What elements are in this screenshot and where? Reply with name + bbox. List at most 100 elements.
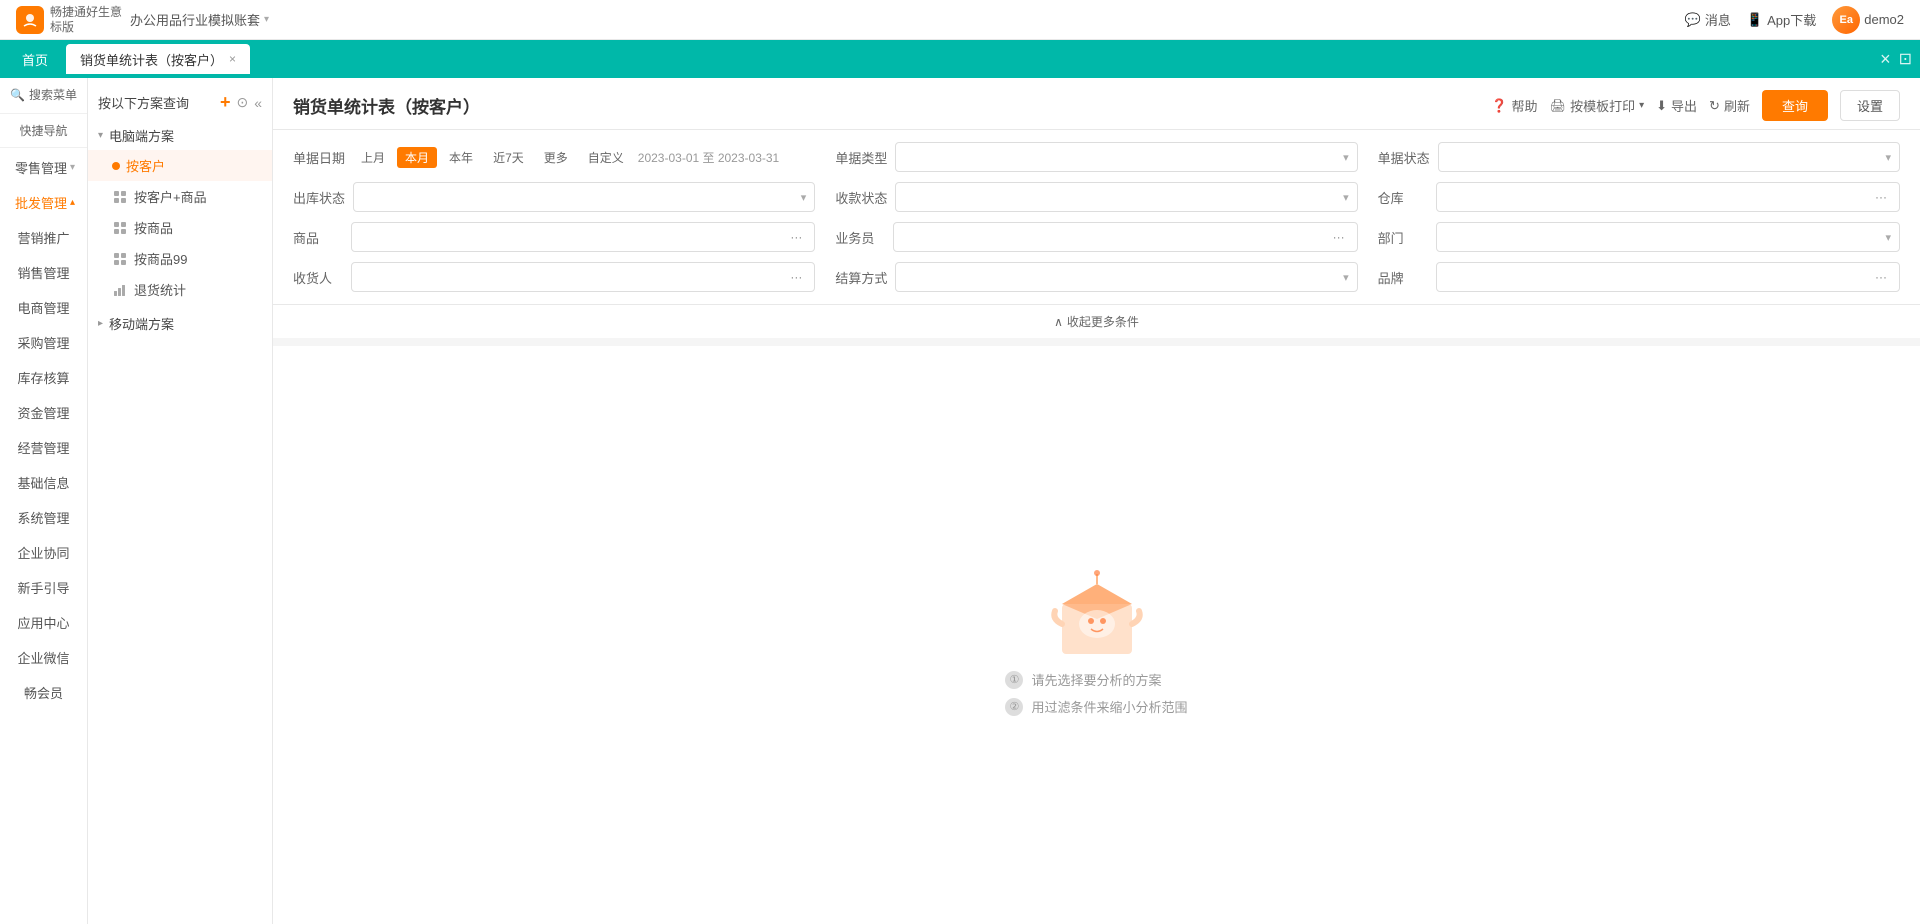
scheme-item-customer-goods[interactable]: 按客户+商品 — [88, 181, 272, 212]
brand-more-btn[interactable]: ··· — [1871, 270, 1891, 284]
scheme-item-return-stats[interactable]: 退货统计 — [88, 274, 272, 305]
system-title[interactable]: 办公用品行业模拟账套 — [130, 10, 269, 29]
sidebar-item-marketing[interactable]: 营销推广 — [0, 220, 87, 255]
sidebar: 🔍 搜索菜单 快捷导航 零售管理 批发管理 ▴ 营销推广 销售管理 电商管 — [0, 78, 88, 924]
sidebar-item-finance[interactable]: 资金管理 — [0, 395, 87, 430]
panel-title: 按以下方案查询 — [98, 93, 189, 112]
out-status-control[interactable] — [353, 182, 815, 212]
filter-group-date: 单据日期 上月 本月 本年 近7天 更多 自定义 2023-03-01 至 20… — [293, 147, 815, 168]
sidebar-item-newbie[interactable]: 新手引导 — [0, 570, 87, 605]
filter-group-brand: 品牌 ··· — [1378, 262, 1900, 292]
settings-button[interactable]: 设置 — [1840, 90, 1900, 121]
filter-group-salesperson: 业务员 ··· — [835, 222, 1357, 252]
collapse-more-btn[interactable]: ∧ 收起更多条件 — [273, 305, 1920, 338]
filter-group-out-status: 出库状态 — [293, 182, 815, 212]
scheme-item-by-goods[interactable]: 按商品 — [88, 212, 272, 243]
template-print-btn[interactable]: 🖨 按模板打印 — [1550, 96, 1645, 115]
tab-bar: 首页 销货单统计表（按客户） × × ⊡ — [0, 40, 1920, 78]
refresh-btn[interactable]: ↻ 刷新 — [1709, 96, 1750, 115]
receiver-control[interactable]: ··· — [351, 262, 815, 292]
date-tab-this-year[interactable]: 本年 — [441, 147, 481, 168]
date-tabs: 上月 本月 本年 近7天 更多 自定义 — [353, 147, 632, 168]
page-header: 销货单统计表（按客户） ❓ 帮助 🖨 按模板打印 ⬇ 导出 ↻ 刷新 — [273, 78, 1920, 130]
receiver-more-btn[interactable]: ··· — [786, 270, 806, 284]
user-menu[interactable]: Ea demo2 — [1832, 6, 1904, 34]
page-title: 销货单统计表（按客户） — [293, 93, 480, 118]
print-icon: 🖨 — [1550, 98, 1567, 114]
help-btn[interactable]: ❓ 帮助 — [1491, 96, 1537, 115]
sidebar-item-inventory[interactable]: 库存核算 — [0, 360, 87, 395]
sidebar-item-shortcut[interactable]: 快捷导航 — [0, 116, 87, 145]
empty-tip-1: ① 请先选择要分析的方案 — [1005, 670, 1187, 689]
tab-maximize-btn[interactable]: ⊡ — [1899, 49, 1912, 70]
sidebar-item-wechat[interactable]: 企业微信 — [0, 640, 87, 675]
empty-tip-2: ② 用过滤条件来缩小分析范围 — [1005, 697, 1187, 716]
tip-num-1: ① — [1005, 671, 1023, 689]
query-button[interactable]: 查询 — [1762, 90, 1828, 121]
logo-icon — [16, 6, 44, 34]
date-tab-7days[interactable]: 近7天 — [485, 147, 532, 168]
mobile-collapse-arrow: ▸ — [98, 318, 103, 329]
goods-control[interactable]: ··· — [351, 222, 815, 252]
filter-group-settlement: 结算方式 — [835, 262, 1357, 292]
tab-home[interactable]: 首页 — [8, 44, 62, 74]
salesperson-more-btn[interactable]: ··· — [1329, 230, 1349, 244]
scheme-item-by-customer[interactable]: 按客户 — [88, 150, 272, 181]
date-tab-custom[interactable]: 自定义 — [580, 147, 632, 168]
collection-status-control[interactable] — [895, 182, 1357, 212]
date-tab-last-month[interactable]: 上月 — [353, 147, 393, 168]
sidebar-search[interactable]: 🔍 搜索菜单 — [0, 78, 87, 111]
scheme-group-desktop-header[interactable]: ▾ 电脑端方案 — [88, 121, 272, 150]
collapse-icon: ∧ — [1054, 315, 1063, 329]
settlement-control[interactable] — [895, 262, 1357, 292]
tab-active[interactable]: 销货单统计表（按客户） × — [66, 44, 250, 74]
order-status-label: 单据状态 — [1378, 148, 1430, 167]
sidebar-item-retail[interactable]: 零售管理 — [0, 150, 87, 185]
collection-status-label: 收款状态 — [835, 188, 887, 207]
goods-more-btn[interactable]: ··· — [786, 230, 806, 244]
refresh-icon: ↻ — [1709, 98, 1720, 114]
logo-area: 畅捷通好生意 标版 — [16, 5, 122, 34]
date-range-value[interactable]: 2023-03-01 至 2023-03-31 — [638, 149, 779, 166]
app-download-icon: 📱 — [1747, 12, 1763, 28]
message-btn[interactable]: 💬 消息 — [1685, 10, 1731, 29]
out-status-label: 出库状态 — [293, 188, 345, 207]
sidebar-item-operations[interactable]: 经营管理 — [0, 430, 87, 465]
wholesale-arrow: ▴ — [70, 197, 75, 208]
export-btn[interactable]: ⬇ 导出 — [1656, 96, 1697, 115]
sidebar-item-wholesale[interactable]: 批发管理 ▴ — [0, 185, 87, 220]
scheme-icon-goods — [112, 220, 128, 236]
department-label: 部门 — [1378, 228, 1428, 247]
sidebar-item-basic[interactable]: 基础信息 — [0, 465, 87, 500]
panel-collapse-btn[interactable]: « — [254, 95, 262, 111]
scheme-item-by-goods99[interactable]: 按商品99 — [88, 243, 272, 274]
sidebar-item-appcenter[interactable]: 应用中心 — [0, 605, 87, 640]
system-title-chevron — [264, 14, 269, 25]
salesperson-control[interactable]: ··· — [893, 222, 1357, 252]
sidebar-item-sales[interactable]: 销售管理 — [0, 255, 87, 290]
warehouse-control[interactable]: ··· — [1436, 182, 1900, 212]
warehouse-more-btn[interactable]: ··· — [1871, 190, 1891, 204]
sidebar-item-system[interactable]: 系统管理 — [0, 500, 87, 535]
panel-add-btn[interactable]: + — [220, 92, 231, 113]
content-area: 销货单统计表（按客户） ❓ 帮助 🖨 按模板打印 ⬇ 导出 ↻ 刷新 — [273, 78, 1920, 924]
app-download-btn[interactable]: 📱 App下载 — [1747, 10, 1816, 29]
page-actions: ❓ 帮助 🖨 按模板打印 ⬇ 导出 ↻ 刷新 查询 设置 — [1491, 90, 1900, 121]
department-control[interactable] — [1436, 222, 1900, 252]
warehouse-label: 仓库 — [1378, 188, 1428, 207]
order-type-control[interactable] — [895, 142, 1357, 172]
filter-group-order-type: 单据类型 — [835, 142, 1357, 172]
brand-control[interactable]: ··· — [1436, 262, 1900, 292]
tip-num-2: ② — [1005, 698, 1023, 716]
sidebar-item-cooperation[interactable]: 企业协同 — [0, 535, 87, 570]
tab-close-window-btn[interactable]: × — [1880, 49, 1891, 70]
date-tab-this-month[interactable]: 本月 — [397, 147, 437, 168]
tab-close-btn[interactable]: × — [229, 53, 236, 65]
sidebar-item-purchase[interactable]: 采购管理 — [0, 325, 87, 360]
sidebar-item-member[interactable]: 畅会员 — [0, 675, 87, 710]
order-status-control[interactable] — [1438, 142, 1900, 172]
date-tab-more[interactable]: 更多 — [536, 147, 576, 168]
scheme-group-mobile-header[interactable]: ▸ 移动端方案 — [88, 309, 272, 338]
sidebar-item-ecommerce[interactable]: 电商管理 — [0, 290, 87, 325]
panel-settings-btn[interactable]: ⊙ — [236, 94, 248, 111]
